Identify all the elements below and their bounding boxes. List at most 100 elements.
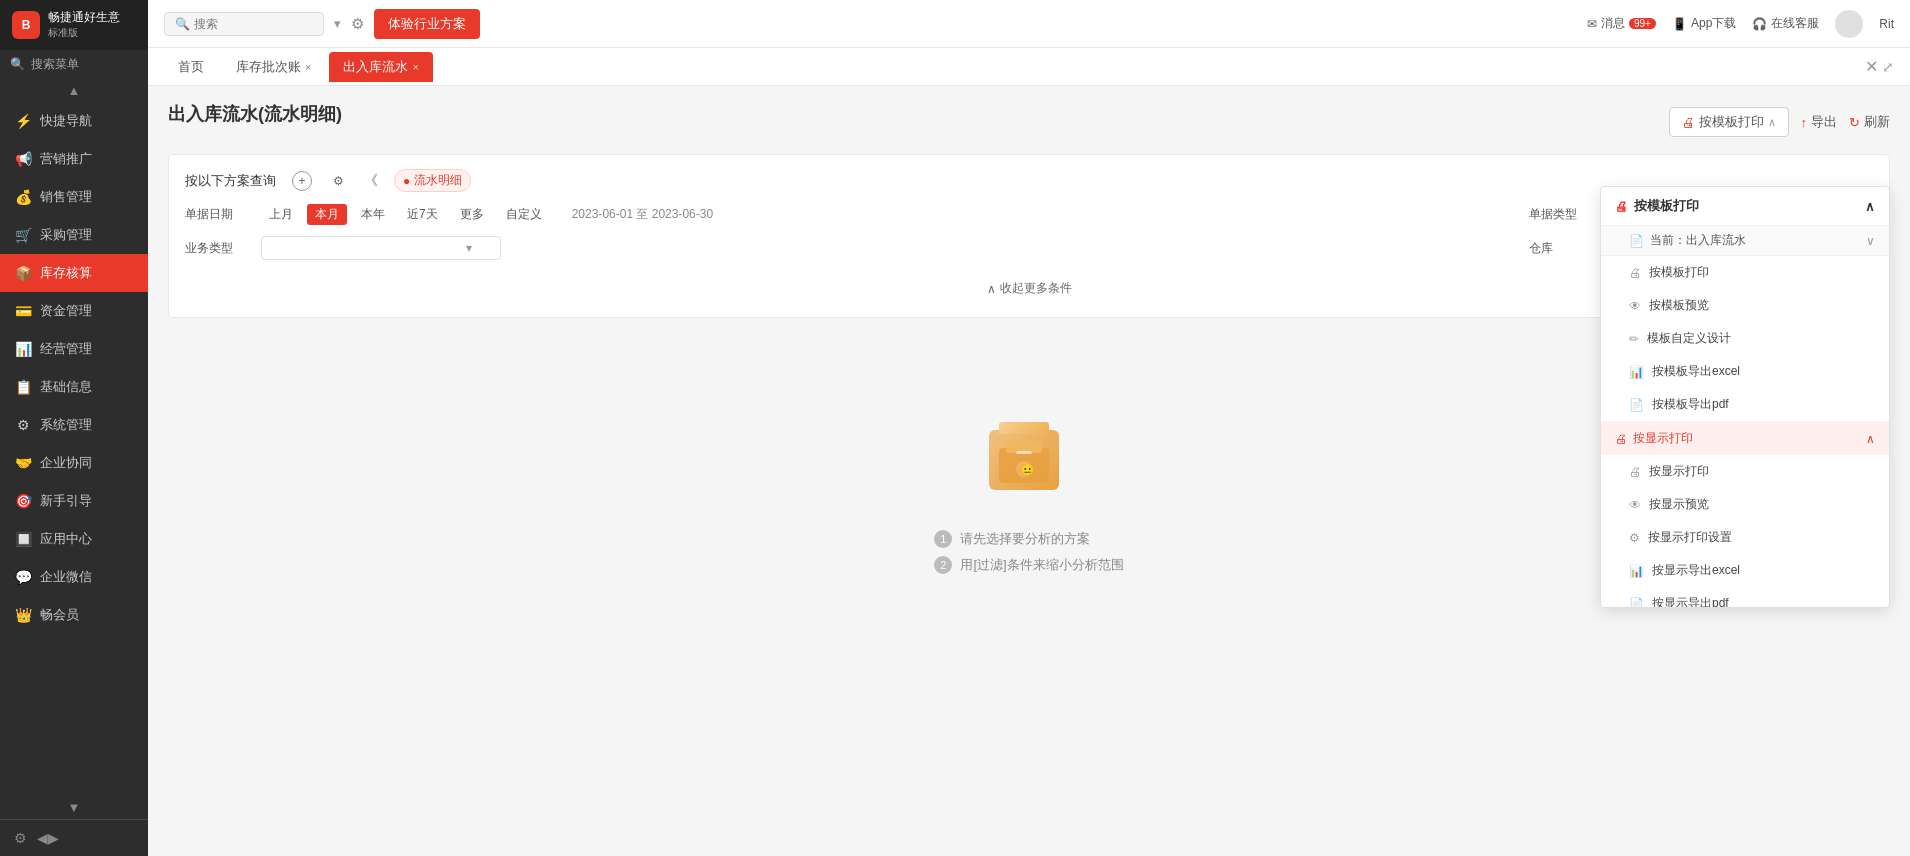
sidebar-item-system[interactable]: ⚙ 系统管理 <box>0 406 148 444</box>
display-section-chevron: ∧ <box>1866 432 1875 446</box>
username-label[interactable]: Rit <box>1879 17 1894 31</box>
topbar-message[interactable]: ✉ 消息 99+ <box>1587 15 1656 32</box>
dropdown-item-template-excel[interactable]: 📊 按模板导出excel <box>1601 355 1889 388</box>
filter-add-btn[interactable]: + <box>292 171 312 191</box>
dropdown-display-section-header[interactable]: 🖨 按显示打印 ∧ <box>1601 422 1889 455</box>
tab-flow-close[interactable]: × <box>412 61 418 73</box>
empty-state-image: 😐 <box>989 430 1069 510</box>
tab-inventory-batch[interactable]: 库存批次账 × <box>222 52 325 82</box>
sidebar-item-inventory[interactable]: 📦 库存核算 <box>0 254 148 292</box>
date-shortcut-this-year[interactable]: 本年 <box>353 204 393 225</box>
print-template-label: 按模板打印 <box>1699 113 1764 131</box>
dropdown-section-display: 🖨 按显示打印 ∧ 🖨 按显示打印 👁 按显示预览 ⚙ <box>1601 422 1889 607</box>
export-btn[interactable]: ↑ 导出 <box>1801 113 1838 131</box>
display-section-label: 按显示打印 <box>1633 430 1693 447</box>
sidebar-scroll-up[interactable]: ▲ <box>0 79 148 102</box>
dropdown-item-display-print-settings[interactable]: ⚙ 按显示打印设置 <box>1601 521 1889 554</box>
app-icon: 📱 <box>1672 17 1687 31</box>
date-shortcut-more[interactable]: 更多 <box>452 204 492 225</box>
filter-settings-icon[interactable]: ⚙ <box>328 171 348 191</box>
refresh-label: 刷新 <box>1864 113 1890 131</box>
date-shortcut-custom[interactable]: 自定义 <box>498 204 550 225</box>
dropdown-panel: 🖨 按模板打印 ∧ 📄 当前：出入库流水 ∨ 🖨 <box>1600 186 1890 608</box>
sidebar-item-label: 快捷导航 <box>40 112 92 130</box>
dropdown-item-display-print[interactable]: 🖨 按显示打印 <box>1601 455 1889 488</box>
template-print-icon: 🖨 <box>1629 266 1641 280</box>
empty-step-1: 1 请先选择要分析的方案 <box>934 530 1123 548</box>
service-icon: 🎧 <box>1752 17 1767 31</box>
tab-flow-label: 出入库流水 <box>343 58 408 76</box>
filter-collapse-left-btn[interactable]: 《 <box>364 172 378 190</box>
dropdown-item-template-print[interactable]: 🖨 按模板打印 <box>1601 256 1889 289</box>
topbar-settings-icon[interactable]: ⚙ <box>351 15 364 33</box>
dropdown-item-template-pdf[interactable]: 📄 按模板导出pdf <box>1601 388 1889 421</box>
dropdown-item-template-preview[interactable]: 👁 按模板预览 <box>1601 289 1889 322</box>
step-1-num: 1 <box>934 530 952 548</box>
sidebar-scroll-down[interactable]: ▼ <box>0 796 148 819</box>
business-type-select[interactable]: ▾ <box>261 236 501 260</box>
template-pdf-icon: 📄 <box>1629 398 1644 412</box>
tabs-expand-btn[interactable]: ⤢ <box>1882 59 1894 75</box>
refresh-btn[interactable]: ↻ 刷新 <box>1849 113 1890 131</box>
template-custom-label: 模板自定义设计 <box>1647 330 1731 347</box>
dropdown-header[interactable]: 🖨 按模板打印 ∧ <box>1601 187 1889 226</box>
tab-flow[interactable]: 出入库流水 × <box>329 52 432 82</box>
guide-icon: 🎯 <box>14 493 32 509</box>
toggle-sidebar-icon[interactable]: ◀▶ <box>37 830 59 846</box>
search-icon: 🔍 <box>10 57 25 71</box>
current-template-row[interactable]: 📄 当前：出入库流水 ∨ <box>1601 226 1889 256</box>
svg-text:😐: 😐 <box>1020 462 1035 477</box>
business-type-label: 业务类型 <box>185 240 245 257</box>
sidebar-item-marketing[interactable]: 📢 营销推广 <box>0 140 148 178</box>
sidebar-item-wechat[interactable]: 💬 企业微信 <box>0 558 148 596</box>
wechat-icon: 💬 <box>14 569 32 585</box>
empty-steps-list: 1 请先选择要分析的方案 2 用[过滤]条件来缩小分析范围 <box>934 530 1123 582</box>
trial-btn[interactable]: 体验行业方案 <box>374 9 480 39</box>
current-template-label: 当前：出入库流水 <box>1650 232 1746 249</box>
print-template-btn[interactable]: 🖨 按模板打印 ∧ <box>1669 107 1789 137</box>
sidebar-item-app-center[interactable]: 🔲 应用中心 <box>0 520 148 558</box>
topbar-search-box[interactable]: 🔍 <box>164 12 324 36</box>
display-preview-icon: 👁 <box>1629 498 1641 512</box>
dropdown-item-display-excel[interactable]: 📊 按显示导出excel <box>1601 554 1889 587</box>
collapse-conditions-btn[interactable]: ∧ 收起更多条件 <box>987 274 1072 303</box>
date-shortcut-7days[interactable]: 近7天 <box>399 204 446 225</box>
tab-home[interactable]: 首页 <box>164 52 218 82</box>
sidebar-item-label: 营销推广 <box>40 150 92 168</box>
topbar-search-chevron[interactable]: ▾ <box>334 16 341 31</box>
tabs-close-all-btn[interactable]: ✕ <box>1865 57 1878 76</box>
dropdown-item-display-preview[interactable]: 👁 按显示预览 <box>1601 488 1889 521</box>
sidebar-item-purchase[interactable]: 🛒 采购管理 <box>0 216 148 254</box>
doc-type-label: 单据类型 <box>1529 206 1589 223</box>
step-1-text: 请先选择要分析的方案 <box>960 530 1090 548</box>
date-shortcut-this-month[interactable]: 本月 <box>307 204 347 225</box>
sidebar-item-sales[interactable]: 💰 销售管理 <box>0 178 148 216</box>
sidebar-item-collab[interactable]: 🤝 企业协同 <box>0 444 148 482</box>
topbar-app-download[interactable]: 📱 App下载 <box>1672 15 1736 32</box>
filter-tag-flow: ● 流水明细 <box>394 169 471 192</box>
dropdown-item-template-custom[interactable]: ✏ 模板自定义设计 <box>1601 322 1889 355</box>
sidebar-item-finance[interactable]: 💳 资金管理 <box>0 292 148 330</box>
app-center-icon: 🔲 <box>14 531 32 547</box>
topbar-search-input[interactable] <box>194 17 313 31</box>
sidebar-item-quick-nav[interactable]: ⚡ 快捷导航 <box>0 102 148 140</box>
message-badge: 99+ <box>1629 18 1656 29</box>
dropdown-item-display-pdf[interactable]: 📄 按显示导出pdf <box>1601 587 1889 607</box>
tab-bar: 首页 库存批次账 × 出入库流水 × ✕ ⤢ <box>148 48 1910 86</box>
sidebar-item-member[interactable]: 👑 畅会员 <box>0 596 148 634</box>
sidebar-item-basic[interactable]: 📋 基础信息 <box>0 368 148 406</box>
sidebar-item-label: 企业微信 <box>40 568 92 586</box>
topbar-online-service[interactable]: 🎧 在线客服 <box>1752 15 1819 32</box>
settings-footer-icon[interactable]: ⚙ <box>14 830 27 846</box>
avatar[interactable] <box>1835 10 1863 38</box>
tab-inventory-batch-close[interactable]: × <box>305 61 311 73</box>
sidebar-item-guide[interactable]: 🎯 新手引导 <box>0 482 148 520</box>
sidebar-footer: ⚙ ◀▶ <box>0 819 148 856</box>
sidebar-search[interactable]: 🔍 搜索菜单 <box>0 50 148 79</box>
app-logo: B 畅捷通好生意 标准版 <box>0 0 148 50</box>
member-icon: 👑 <box>14 607 32 623</box>
refresh-icon: ↻ <box>1849 115 1860 130</box>
date-shortcut-last-month[interactable]: 上月 <box>261 204 301 225</box>
sidebar-item-operation[interactable]: 📊 经营管理 <box>0 330 148 368</box>
quick-nav-icon: ⚡ <box>14 113 32 129</box>
